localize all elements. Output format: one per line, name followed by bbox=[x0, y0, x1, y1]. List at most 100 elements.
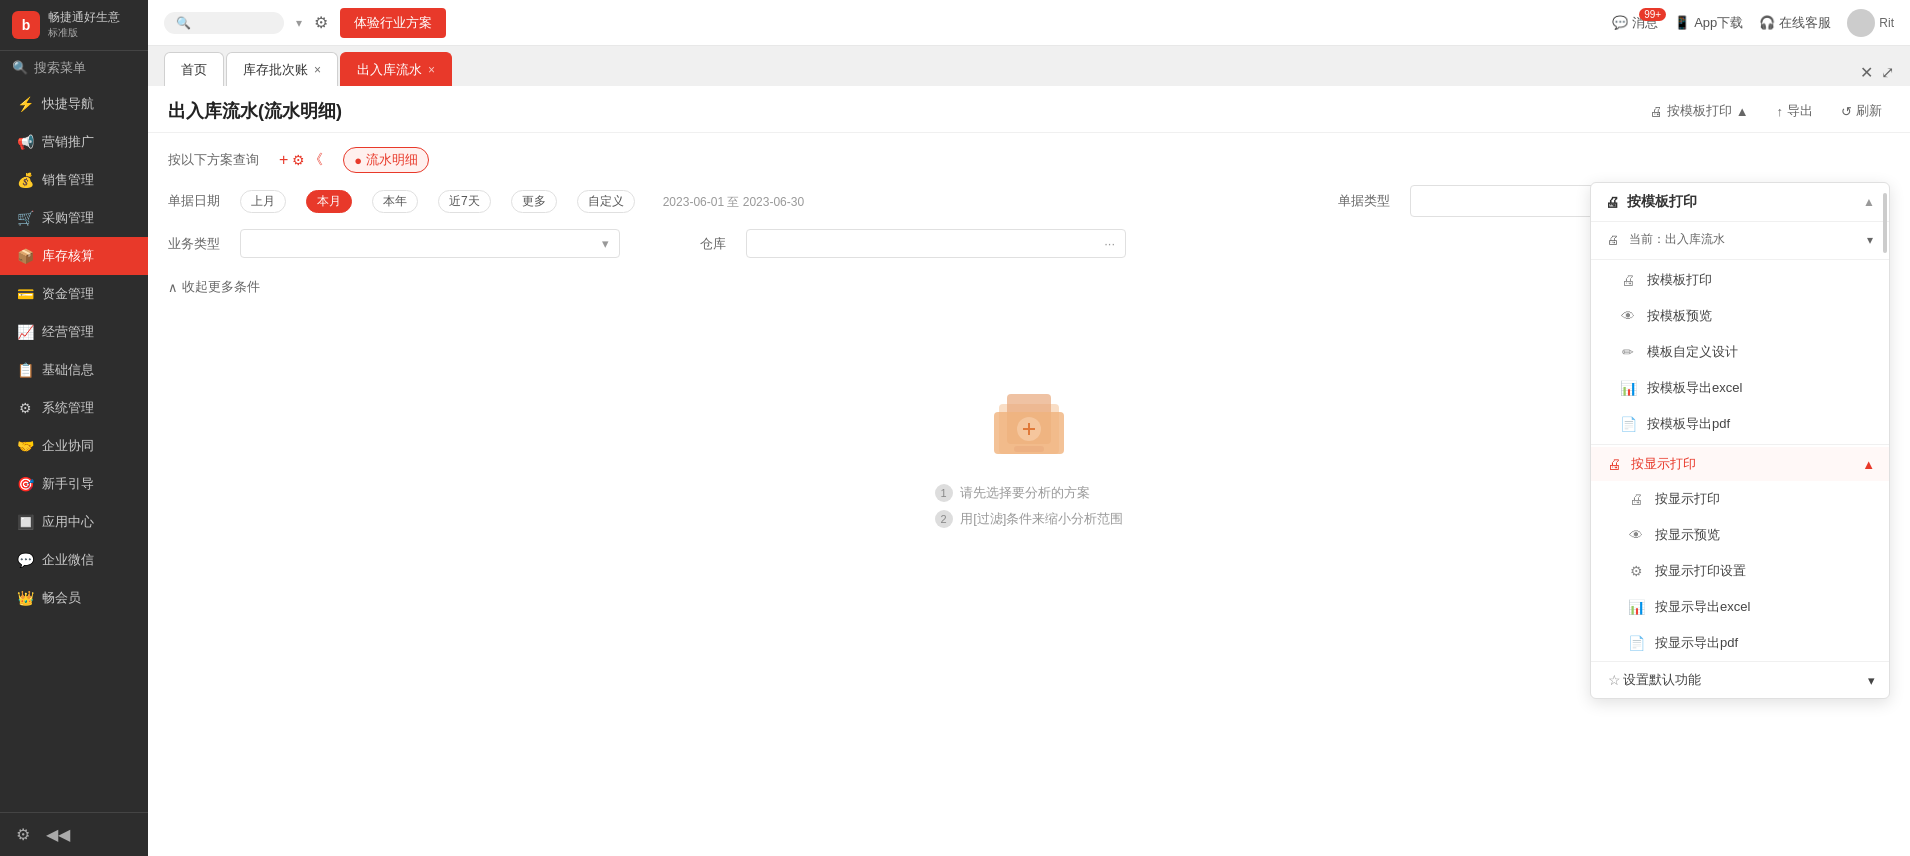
collapse-arrow-icon: ∧ bbox=[168, 280, 178, 295]
sidebar-item-system[interactable]: ⚙ 系统管理 bbox=[0, 389, 148, 427]
panel-template-print[interactable]: 🖨 按模板打印 bbox=[1591, 262, 1889, 298]
app-version: 标准版 bbox=[48, 26, 120, 40]
panel-template-design[interactable]: ✏ 模板自定义设计 bbox=[1591, 334, 1889, 370]
tab-batch-account-close[interactable]: × bbox=[314, 63, 321, 77]
user-name: Rit bbox=[1879, 16, 1894, 30]
panel-scrollbar bbox=[1883, 183, 1887, 698]
panel-display-preview[interactable]: 👁 按显示预览 bbox=[1591, 517, 1889, 553]
customer-service-button[interactable]: 🎧 在线客服 bbox=[1759, 14, 1831, 32]
panel-display-section-left: 🖨 按显示打印 bbox=[1605, 455, 1696, 473]
filter-active-tag[interactable]: ● 流水明细 bbox=[343, 147, 429, 173]
display-print-label: 按显示打印 bbox=[1655, 490, 1720, 508]
sidebar-item-label: 畅会员 bbox=[42, 589, 81, 607]
settings-icon[interactable]: ⚙ bbox=[16, 825, 30, 844]
topbar-dropdown-chevron[interactable]: ▾ bbox=[296, 16, 302, 30]
panel-display-pdf[interactable]: 📄 按显示导出pdf bbox=[1591, 625, 1889, 661]
message-button[interactable]: 💬 消息 99+ bbox=[1612, 14, 1658, 32]
sidebar-item-collaboration[interactable]: 🤝 企业协同 bbox=[0, 427, 148, 465]
purchase-icon: 🛒 bbox=[16, 210, 34, 226]
sidebar-item-inventory[interactable]: 📦 库存核算 bbox=[0, 237, 148, 275]
biz-type-selector[interactable]: ▾ bbox=[240, 229, 620, 258]
sidebar-item-marketing[interactable]: 📢 营销推广 bbox=[0, 123, 148, 161]
doc-type-label: 单据类型 bbox=[1338, 192, 1390, 210]
biz-type-label: 业务类型 bbox=[168, 235, 220, 253]
date-btn-more[interactable]: 更多 bbox=[511, 190, 557, 213]
export-icon: ↑ bbox=[1777, 104, 1784, 119]
filter-actions: + ⚙ 《 bbox=[279, 151, 323, 169]
panel-collapse-icon[interactable]: ▲ bbox=[1863, 195, 1875, 209]
filter-section-label: 按以下方案查询 bbox=[168, 151, 259, 169]
panel-template-excel[interactable]: 📊 按模板导出excel bbox=[1591, 370, 1889, 406]
panel-header-left: 🖨 按模板打印 bbox=[1605, 193, 1697, 211]
date-btn-this-year[interactable]: 本年 bbox=[372, 190, 418, 213]
tab-home[interactable]: 首页 bbox=[164, 52, 224, 86]
sidebar-item-sales[interactable]: 💰 销售管理 bbox=[0, 161, 148, 199]
tab-maximize-button[interactable]: ⤢ bbox=[1881, 63, 1894, 82]
filter-collapse-button[interactable]: 《 bbox=[309, 151, 323, 169]
sidebar-item-funds[interactable]: 💳 资金管理 bbox=[0, 275, 148, 313]
page-header-actions: 🖨 按模板打印 ▲ ↑ 导出 ↺ 刷新 bbox=[1642, 98, 1890, 124]
sidebar-item-label: 资金管理 bbox=[42, 285, 94, 303]
sidebar-item-basic-info[interactable]: 📋 基础信息 bbox=[0, 351, 148, 389]
panel-current-template[interactable]: 🖨 当前：出入库流水 ▾ bbox=[1591, 222, 1889, 257]
sidebar-item-quick-nav[interactable]: ⚡ 快捷导航 bbox=[0, 85, 148, 123]
tab-inventory-flow[interactable]: 出入库流水 × bbox=[340, 52, 452, 86]
topbar-search[interactable]: 🔍 bbox=[164, 12, 284, 34]
user-avatar bbox=[1847, 9, 1875, 37]
panel-display-settings[interactable]: ⚙ 按显示打印设置 bbox=[1591, 553, 1889, 589]
filter-add-button[interactable]: + bbox=[279, 151, 288, 169]
app-download-button[interactable]: 📱 App下载 bbox=[1674, 14, 1743, 32]
date-btn-last-month[interactable]: 上月 bbox=[240, 190, 286, 213]
date-btn-this-month[interactable]: 本月 bbox=[306, 190, 352, 213]
panel-display-excel[interactable]: 📊 按显示导出excel bbox=[1591, 589, 1889, 625]
panel-scroll-thumb bbox=[1883, 193, 1887, 253]
print-icon: 🖨 bbox=[1650, 104, 1663, 119]
panel-current-chevron: ▾ bbox=[1867, 233, 1873, 247]
panel-template-preview[interactable]: 👁 按模板预览 bbox=[1591, 298, 1889, 334]
search-input[interactable] bbox=[197, 16, 277, 30]
panel-title: 按模板打印 bbox=[1627, 193, 1697, 211]
sidebar-bottom: ⚙ ◀◀ bbox=[0, 812, 148, 856]
date-range-display: 2023-06-01 至 2023-06-30 bbox=[663, 194, 1278, 211]
date-btn-7days[interactable]: 近7天 bbox=[438, 190, 491, 213]
panel-footer-settings[interactable]: ☆ 设置默认功能 ▾ bbox=[1591, 661, 1889, 698]
sidebar-item-purchase[interactable]: 🛒 采购管理 bbox=[0, 199, 148, 237]
collapse-icon[interactable]: ◀◀ bbox=[46, 825, 70, 844]
user-avatar-area[interactable]: Rit bbox=[1847, 9, 1894, 37]
tab-inventory-flow-close[interactable]: × bbox=[428, 63, 435, 77]
app-download-label: App下载 bbox=[1694, 14, 1743, 32]
sidebar-item-label: 应用中心 bbox=[42, 513, 94, 531]
sidebar-item-app-center[interactable]: 🔲 应用中心 bbox=[0, 503, 148, 541]
panel-template-pdf[interactable]: 📄 按模板导出pdf bbox=[1591, 406, 1889, 442]
sales-icon: 💰 bbox=[16, 172, 34, 188]
filter-settings-button[interactable]: ⚙ bbox=[292, 152, 305, 168]
tab-batch-account[interactable]: 库存批次账 × bbox=[226, 52, 338, 86]
topbar-gear-icon[interactable]: ⚙ bbox=[314, 13, 328, 32]
template-design-label: 模板自定义设计 bbox=[1647, 343, 1738, 361]
empty-tip-2: 2 用[过滤]条件来缩小分析范围 bbox=[935, 506, 1124, 532]
panel-current-icon: 🖨 bbox=[1607, 233, 1619, 247]
sidebar-item-label: 基础信息 bbox=[42, 361, 94, 379]
panel-display-print[interactable]: 🖨 按显示打印 bbox=[1591, 481, 1889, 517]
date-btn-custom[interactable]: 自定义 bbox=[577, 190, 635, 213]
sidebar-item-guide[interactable]: 🎯 新手引导 bbox=[0, 465, 148, 503]
tab-close-all-button[interactable]: ✕ bbox=[1860, 63, 1873, 82]
refresh-button[interactable]: ↺ 刷新 bbox=[1833, 98, 1890, 124]
export-button[interactable]: ↑ 导出 bbox=[1769, 98, 1822, 124]
sidebar-item-operations[interactable]: 📈 经营管理 bbox=[0, 313, 148, 351]
sidebar-item-wechat[interactable]: 💬 企业微信 bbox=[0, 541, 148, 579]
collapse-conditions-button[interactable]: ∧ 收起更多条件 bbox=[168, 274, 260, 300]
sidebar-item-member[interactable]: 👑 畅会员 bbox=[0, 579, 148, 617]
empty-tip-1: 1 请先选择要分析的方案 bbox=[935, 480, 1124, 506]
panel-display-section[interactable]: 🖨 按显示打印 ▲ bbox=[1591, 447, 1889, 481]
sidebar-item-label: 经营管理 bbox=[42, 323, 94, 341]
trial-industry-button[interactable]: 体验行业方案 bbox=[340, 8, 446, 38]
display-excel-label: 按显示导出excel bbox=[1655, 598, 1750, 616]
quick-nav-icon: ⚡ bbox=[16, 96, 34, 112]
warehouse-more-icon[interactable]: ··· bbox=[1104, 236, 1115, 251]
page-header: 出入库流水(流水明细) 🖨 按模板打印 ▲ ↑ 导出 ↺ 刷新 bbox=[148, 86, 1910, 133]
display-preview-icon: 👁 bbox=[1627, 527, 1645, 543]
warehouse-selector[interactable]: ··· bbox=[746, 229, 1126, 258]
print-template-button[interactable]: 🖨 按模板打印 ▲ bbox=[1642, 98, 1757, 124]
sidebar-search-menu[interactable]: 🔍 搜索菜单 bbox=[0, 51, 148, 85]
